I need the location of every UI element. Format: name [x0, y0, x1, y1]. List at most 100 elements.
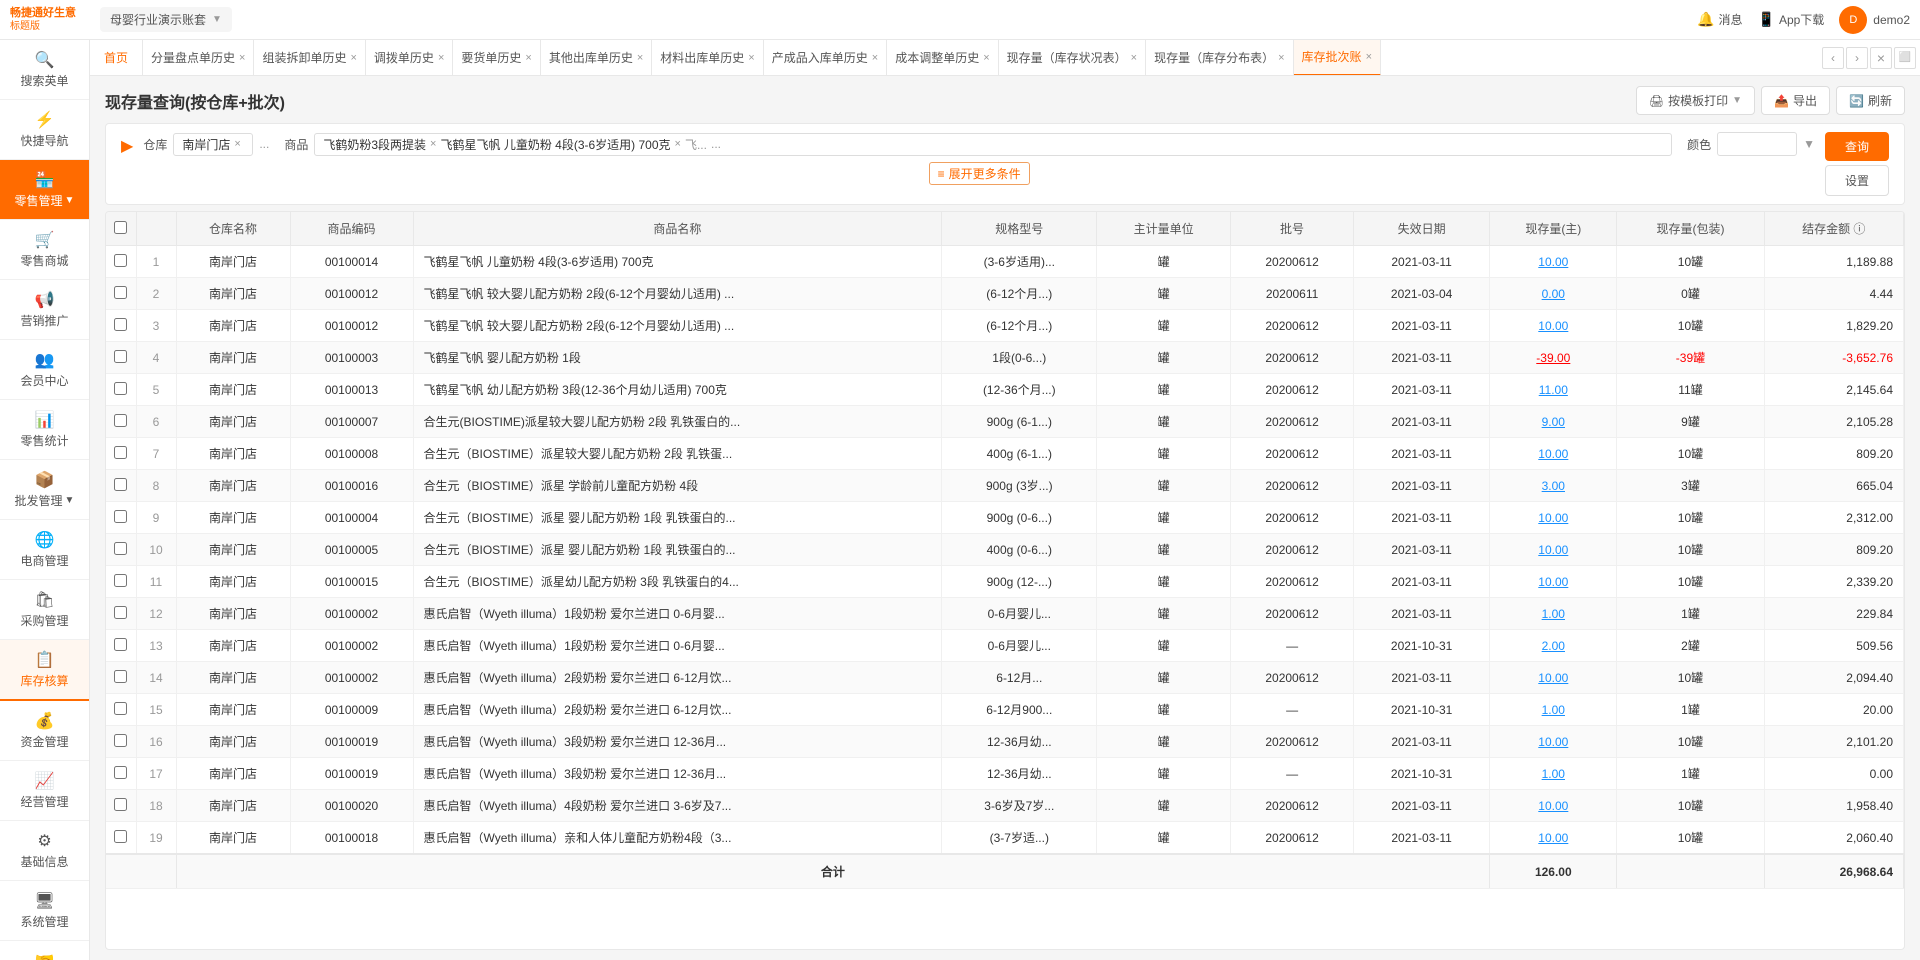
row-qty-main[interactable]: 10.00 [1490, 534, 1617, 566]
sidebar-item-business[interactable]: 📈 经营管理 [0, 761, 89, 821]
row-qty-main[interactable]: -39.00 [1490, 342, 1617, 374]
row-checkbox[interactable] [106, 470, 136, 502]
row-qty-main[interactable]: 10.00 [1490, 566, 1617, 598]
sidebar-item-marketing[interactable]: 📢 营销推广 [0, 280, 89, 340]
row-checkbox[interactable] [106, 694, 136, 726]
tab-close-product-in[interactable]: × [872, 52, 878, 64]
row-qty-main[interactable]: 10.00 [1490, 790, 1617, 822]
sidebar-item-ecommerce[interactable]: 🌐 电商管理 [0, 520, 89, 580]
nav-tab-cost-adjust[interactable]: 成本调整单历史 × [887, 40, 998, 76]
tab-close-request[interactable]: × [525, 52, 531, 64]
row-checkbox[interactable] [106, 278, 136, 310]
product-ellipsis[interactable]: 飞... [685, 136, 707, 153]
row-qty-main[interactable]: 10.00 [1490, 310, 1617, 342]
color-input[interactable] [1717, 132, 1797, 156]
nav-tab-split-check[interactable]: 分量盘点单历史 × [143, 40, 254, 76]
row-qty-main[interactable]: 9.00 [1490, 406, 1617, 438]
messages-btn[interactable]: 🔔 消息 [1697, 11, 1742, 28]
tab-close-material-out[interactable]: × [748, 52, 754, 64]
tab-close-split-check[interactable]: × [239, 52, 245, 64]
sidebar-item-basic[interactable]: ⚙ 基础信息 [0, 821, 89, 881]
row-checkbox[interactable] [106, 438, 136, 470]
nav-next-btn[interactable]: › [1846, 47, 1868, 69]
nav-close-btn[interactable]: × [1870, 47, 1892, 69]
row-qty-main[interactable]: 10.00 [1490, 822, 1617, 855]
row-qty-main[interactable]: 1.00 [1490, 598, 1617, 630]
row-qty-main[interactable]: 10.00 [1490, 246, 1617, 278]
row-checkbox[interactable] [106, 502, 136, 534]
tab-close-transfer[interactable]: × [438, 52, 444, 64]
row-qty-main[interactable]: 1.00 [1490, 758, 1617, 790]
nav-tab-batch-ledger[interactable]: 库存批次账 × [1294, 40, 1381, 76]
row-qty-main[interactable]: 10.00 [1490, 726, 1617, 758]
nav-tab-stock-dist[interactable]: 现存量（库存分布表） × [1146, 40, 1293, 76]
tab-close-other-out[interactable]: × [637, 52, 643, 64]
row-qty-main[interactable]: 11.00 [1490, 374, 1617, 406]
sidebar-item-member[interactable]: 👥 会员中心 [0, 340, 89, 400]
nav-tab-transfer[interactable]: 调拨单历史 × [366, 40, 453, 76]
sidebar-item-enterprise[interactable]: 🤝 企业协同 [0, 941, 89, 960]
nav-prev-btn[interactable]: ‹ [1822, 47, 1844, 69]
sidebar-item-search[interactable]: 🔍 搜索英单 [0, 40, 89, 100]
row-checkbox[interactable] [106, 822, 136, 855]
warehouse-tag-area[interactable]: 南岸门店 × [173, 133, 253, 156]
nav-tab-request[interactable]: 要货单历史 × [453, 40, 540, 76]
sidebar-item-inventory[interactable]: 📋 库存核算 [0, 640, 89, 701]
sidebar-item-retail-stats[interactable]: 📊 零售统计 [0, 400, 89, 460]
filter-expand-btn[interactable]: ▶ [121, 132, 133, 156]
nav-tab-disassemble[interactable]: 组装拆卸单历史 × [254, 40, 365, 76]
row-checkbox[interactable] [106, 342, 136, 374]
user-avatar[interactable]: D [1839, 6, 1867, 34]
sidebar-item-wholesale[interactable]: 📦 批发管理 ▼ [0, 460, 89, 520]
tab-close-stock-status[interactable]: × [1131, 52, 1137, 64]
export-btn[interactable]: 📤 导出 [1761, 86, 1830, 115]
row-checkbox[interactable] [106, 598, 136, 630]
select-all-checkbox[interactable] [114, 221, 127, 234]
row-qty-main[interactable]: 1.00 [1490, 694, 1617, 726]
refresh-btn[interactable]: 🔄 刷新 [1836, 86, 1905, 115]
product-more-ellipsis[interactable]: ... [711, 137, 721, 151]
row-checkbox[interactable] [106, 566, 136, 598]
settings-btn[interactable]: 设置 [1825, 165, 1889, 196]
tab-close-stock-dist[interactable]: × [1278, 52, 1284, 64]
row-checkbox[interactable] [106, 662, 136, 694]
nav-tab-product-in[interactable]: 产成品入库单历史 × [764, 40, 887, 76]
user-name[interactable]: demo2 [1873, 13, 1910, 27]
row-qty-main[interactable]: 10.00 [1490, 662, 1617, 694]
tab-close-batch-ledger[interactable]: × [1366, 51, 1372, 63]
product-tag-2-close[interactable]: × [675, 138, 681, 150]
nav-maximize-btn[interactable]: ⬜ [1894, 47, 1916, 69]
expand-conditions-btn[interactable]: ≡ 展开更多条件 [929, 162, 1030, 185]
print-btn[interactable]: 🖨 按模板打印 ▼ [1636, 86, 1755, 115]
row-checkbox[interactable] [106, 630, 136, 662]
row-qty-main[interactable]: 10.00 [1490, 438, 1617, 470]
nav-tab-material-out[interactable]: 材料出库单历史 × [652, 40, 763, 76]
product-tag-area[interactable]: 飞鹤奶粉3段两提装 × 飞鹤星飞帆 儿童奶粉 4段(3-6岁适用) 700克 ×… [314, 133, 1672, 156]
row-qty-main[interactable]: 2.00 [1490, 630, 1617, 662]
color-expand-icon[interactable]: ▼ [1803, 137, 1815, 151]
nav-tab-stock-status[interactable]: 现存量（库存状况表） × [999, 40, 1146, 76]
warehouse-ellipsis[interactable]: ... [259, 137, 269, 151]
sidebar-item-retail-store[interactable]: 🛒 零售商城 [0, 220, 89, 280]
row-qty-main[interactable]: 3.00 [1490, 470, 1617, 502]
nav-tab-home[interactable]: 首页 [90, 40, 143, 76]
row-checkbox[interactable] [106, 758, 136, 790]
row-checkbox[interactable] [106, 374, 136, 406]
sidebar-item-finance[interactable]: 💰 资金管理 [0, 701, 89, 761]
account-dropdown[interactable]: 母婴行业演示账套 ▼ [100, 7, 232, 32]
row-qty-main[interactable]: 10.00 [1490, 502, 1617, 534]
row-checkbox[interactable] [106, 246, 136, 278]
row-qty-main[interactable]: 0.00 [1490, 278, 1617, 310]
tab-close-disassemble[interactable]: × [350, 52, 356, 64]
warehouse-tag-close[interactable]: × [234, 138, 240, 150]
sidebar-item-retail[interactable]: 🏪 零售管理 ▼ [0, 160, 89, 220]
nav-tab-other-out[interactable]: 其他出库单历史 × [541, 40, 652, 76]
row-checkbox[interactable] [106, 406, 136, 438]
tab-close-cost-adjust[interactable]: × [983, 52, 989, 64]
app-download-btn[interactable]: 📱 App下载 [1758, 11, 1825, 28]
sidebar-item-system[interactable]: 🖥 系统管理 [0, 881, 89, 941]
row-checkbox[interactable] [106, 534, 136, 566]
product-tag-1-close[interactable]: × [430, 138, 436, 150]
row-checkbox[interactable] [106, 310, 136, 342]
row-checkbox[interactable] [106, 790, 136, 822]
